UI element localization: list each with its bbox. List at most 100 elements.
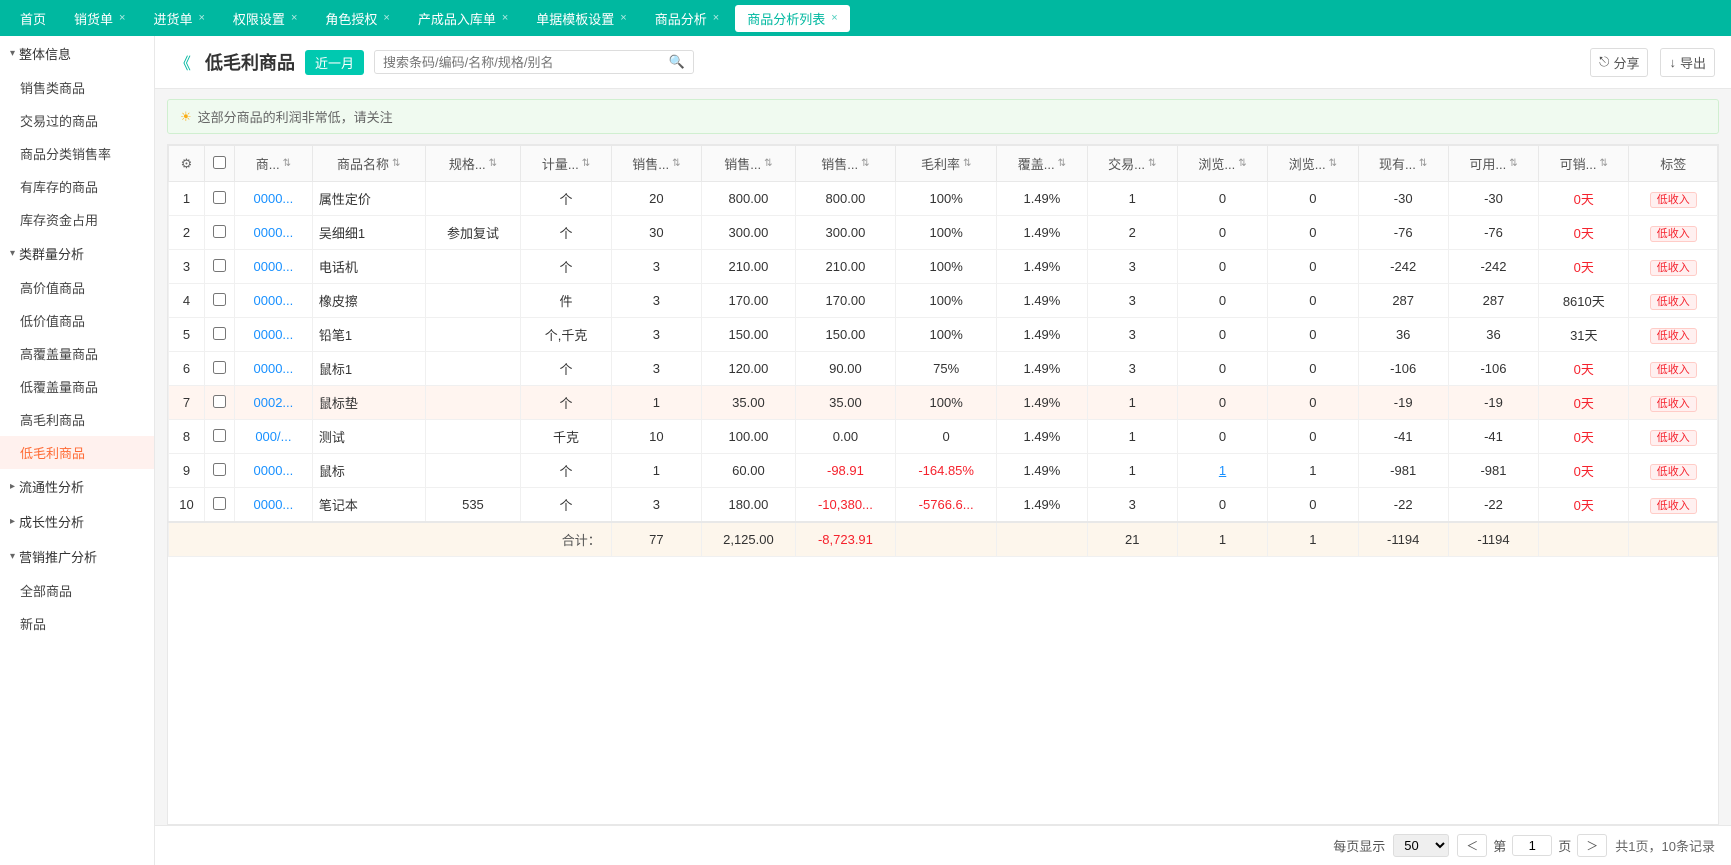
close-icon[interactable]: × xyxy=(383,12,389,24)
sidebar-group-marketing[interactable]: ▾ 营销推广分析 xyxy=(0,539,154,574)
nav-home[interactable]: 首页 xyxy=(8,5,58,32)
nav-sales-order[interactable]: 销货单 × xyxy=(62,5,137,32)
row-view1[interactable]: 0 xyxy=(1177,250,1267,284)
close-icon[interactable]: × xyxy=(502,12,508,24)
sidebar-item-low-margin[interactable]: 低毛利商品 xyxy=(0,436,154,469)
row-checkbox[interactable] xyxy=(205,352,235,386)
sort-icon[interactable]: ⇅ xyxy=(489,158,497,169)
sidebar-item-new-products[interactable]: 新品 xyxy=(0,607,154,640)
sort-icon[interactable]: ⇅ xyxy=(582,158,590,169)
tag-badge: 低收入 xyxy=(1650,396,1697,412)
row-view1[interactable]: 0 xyxy=(1177,318,1267,352)
export-btn[interactable]: ↓ 导出 xyxy=(1660,48,1715,77)
row-checkbox[interactable] xyxy=(205,182,235,216)
table-row: 10 0000... 笔记本 535 个 3 180.00 -10,380...… xyxy=(169,488,1718,523)
sort-icon[interactable]: ⇅ xyxy=(861,158,869,169)
sort-icon[interactable]: ⇅ xyxy=(392,158,400,169)
filter-recent-month-btn[interactable]: 近一月 xyxy=(305,50,364,75)
sort-icon[interactable]: ⇅ xyxy=(1148,158,1156,169)
sort-icon[interactable]: ⇅ xyxy=(672,158,680,169)
sidebar-item-high-coverage[interactable]: 高覆盖量商品 xyxy=(0,337,154,370)
nav-template-settings[interactable]: 单据模板设置 × xyxy=(524,5,638,32)
sidebar-item-high-margin[interactable]: 高毛利商品 xyxy=(0,403,154,436)
nav-permissions[interactable]: 权限设置 × xyxy=(221,5,309,32)
sidebar-group-growth[interactable]: ▸ 成长性分析 xyxy=(0,504,154,539)
row-checkbox[interactable] xyxy=(205,488,235,523)
row-tag: 低收入 xyxy=(1629,352,1718,386)
row-checkbox[interactable] xyxy=(205,318,235,352)
row-sellable: 0天 xyxy=(1539,216,1629,250)
row-view2: 0 xyxy=(1268,250,1358,284)
row-spec xyxy=(425,420,521,454)
data-table-container[interactable]: ⚙ 商...⇅ 商品名称⇅ 规格...⇅ 计量...⇅ xyxy=(167,144,1719,825)
search-icon[interactable]: 🔍 xyxy=(669,54,685,70)
nav-product-analysis[interactable]: 商品分析 × xyxy=(643,5,731,32)
table-row: 9 0000... 鼠标 个 1 60.00 -98.91 -164.85% 1… xyxy=(169,454,1718,488)
sidebar-item-sales-products[interactable]: 销售类商品 xyxy=(0,71,154,104)
row-checkbox[interactable] xyxy=(205,284,235,318)
collapse-sidebar-btn[interactable]: 《 xyxy=(171,46,195,78)
row-checkbox[interactable] xyxy=(205,250,235,284)
sort-icon[interactable]: ⇅ xyxy=(963,158,971,169)
sort-icon[interactable]: ⇅ xyxy=(283,158,291,169)
sort-icon[interactable]: ⇅ xyxy=(1329,158,1337,169)
close-icon[interactable]: × xyxy=(291,12,297,24)
sort-icon[interactable]: ⇅ xyxy=(1238,158,1246,169)
row-checkbox[interactable] xyxy=(205,216,235,250)
row-view1[interactable]: 0 xyxy=(1177,352,1267,386)
sort-icon[interactable]: ⇅ xyxy=(1419,158,1427,169)
row-transaction: 3 xyxy=(1087,250,1177,284)
page-number-input[interactable] xyxy=(1512,835,1552,856)
sidebar-group-cluster-analysis[interactable]: ▾ 类群量分析 xyxy=(0,236,154,271)
row-view1[interactable]: 0 xyxy=(1177,386,1267,420)
sidebar-item-category-sales-rate[interactable]: 商品分类销售率 xyxy=(0,137,154,170)
row-checkbox[interactable] xyxy=(205,386,235,420)
prev-page-btn[interactable]: ＜ xyxy=(1457,834,1487,857)
nav-role-auth[interactable]: 角色授权 × xyxy=(313,5,401,32)
sort-icon[interactable]: ⇅ xyxy=(1600,158,1608,169)
next-page-btn[interactable]: ＞ xyxy=(1577,834,1607,857)
sidebar-item-traded-products[interactable]: 交易过的商品 xyxy=(0,104,154,137)
close-icon[interactable]: × xyxy=(831,12,837,24)
row-view1[interactable]: 0 xyxy=(1177,284,1267,318)
sidebar-group-overall[interactable]: ▾ 整体信息 xyxy=(0,36,154,71)
select-all-checkbox[interactable] xyxy=(213,156,226,169)
nav-purchase-order[interactable]: 进货单 × xyxy=(141,5,216,32)
nav-product-entry[interactable]: 产成品入库单 × xyxy=(406,5,520,32)
row-sellable: 0天 xyxy=(1539,386,1629,420)
close-icon[interactable]: × xyxy=(119,12,125,24)
row-unit: 千克 xyxy=(521,420,611,454)
row-view2: 0 xyxy=(1268,488,1358,523)
sort-icon[interactable]: ⇅ xyxy=(764,158,772,169)
nav-product-analysis-list[interactable]: 商品分析列表 × xyxy=(735,5,849,32)
search-input[interactable] xyxy=(383,55,663,70)
sort-icon[interactable]: ⇅ xyxy=(1058,158,1066,169)
row-view1[interactable]: 0 xyxy=(1177,420,1267,454)
row-view1[interactable]: 1 xyxy=(1177,454,1267,488)
sidebar-group-liquidity[interactable]: ▸ 流通性分析 xyxy=(0,469,154,504)
warning-icon: ☀ xyxy=(180,109,192,125)
col-header-code: 商...⇅ xyxy=(235,146,313,182)
row-view1[interactable]: 0 xyxy=(1177,182,1267,216)
sidebar-item-low-coverage[interactable]: 低覆盖量商品 xyxy=(0,370,154,403)
sidebar-item-inventory-capital[interactable]: 库存资金占用 xyxy=(0,203,154,236)
row-tag: 低收入 xyxy=(1629,454,1718,488)
close-icon[interactable]: × xyxy=(620,12,626,24)
sidebar-item-stocked-products[interactable]: 有库存的商品 xyxy=(0,170,154,203)
chevron-right-icon: ▸ xyxy=(10,516,15,527)
row-view1[interactable]: 0 xyxy=(1177,216,1267,250)
per-page-select[interactable]: 50 100 200 xyxy=(1393,834,1449,857)
sidebar-item-low-value[interactable]: 低价值商品 xyxy=(0,304,154,337)
close-icon[interactable]: × xyxy=(713,12,719,24)
column-settings-icon[interactable]: ⚙ xyxy=(181,156,193,171)
sidebar-item-high-value[interactable]: 高价值商品 xyxy=(0,271,154,304)
close-icon[interactable]: × xyxy=(198,12,204,24)
sort-icon[interactable]: ⇅ xyxy=(1509,158,1517,169)
row-spec xyxy=(425,352,521,386)
row-view1[interactable]: 0 xyxy=(1177,488,1267,523)
row-checkbox[interactable] xyxy=(205,454,235,488)
share-btn[interactable]: ⎋ 分享 xyxy=(1590,48,1648,77)
sidebar-item-all-products[interactable]: 全部商品 xyxy=(0,574,154,607)
row-available: -19 xyxy=(1448,386,1538,420)
row-checkbox[interactable] xyxy=(205,420,235,454)
